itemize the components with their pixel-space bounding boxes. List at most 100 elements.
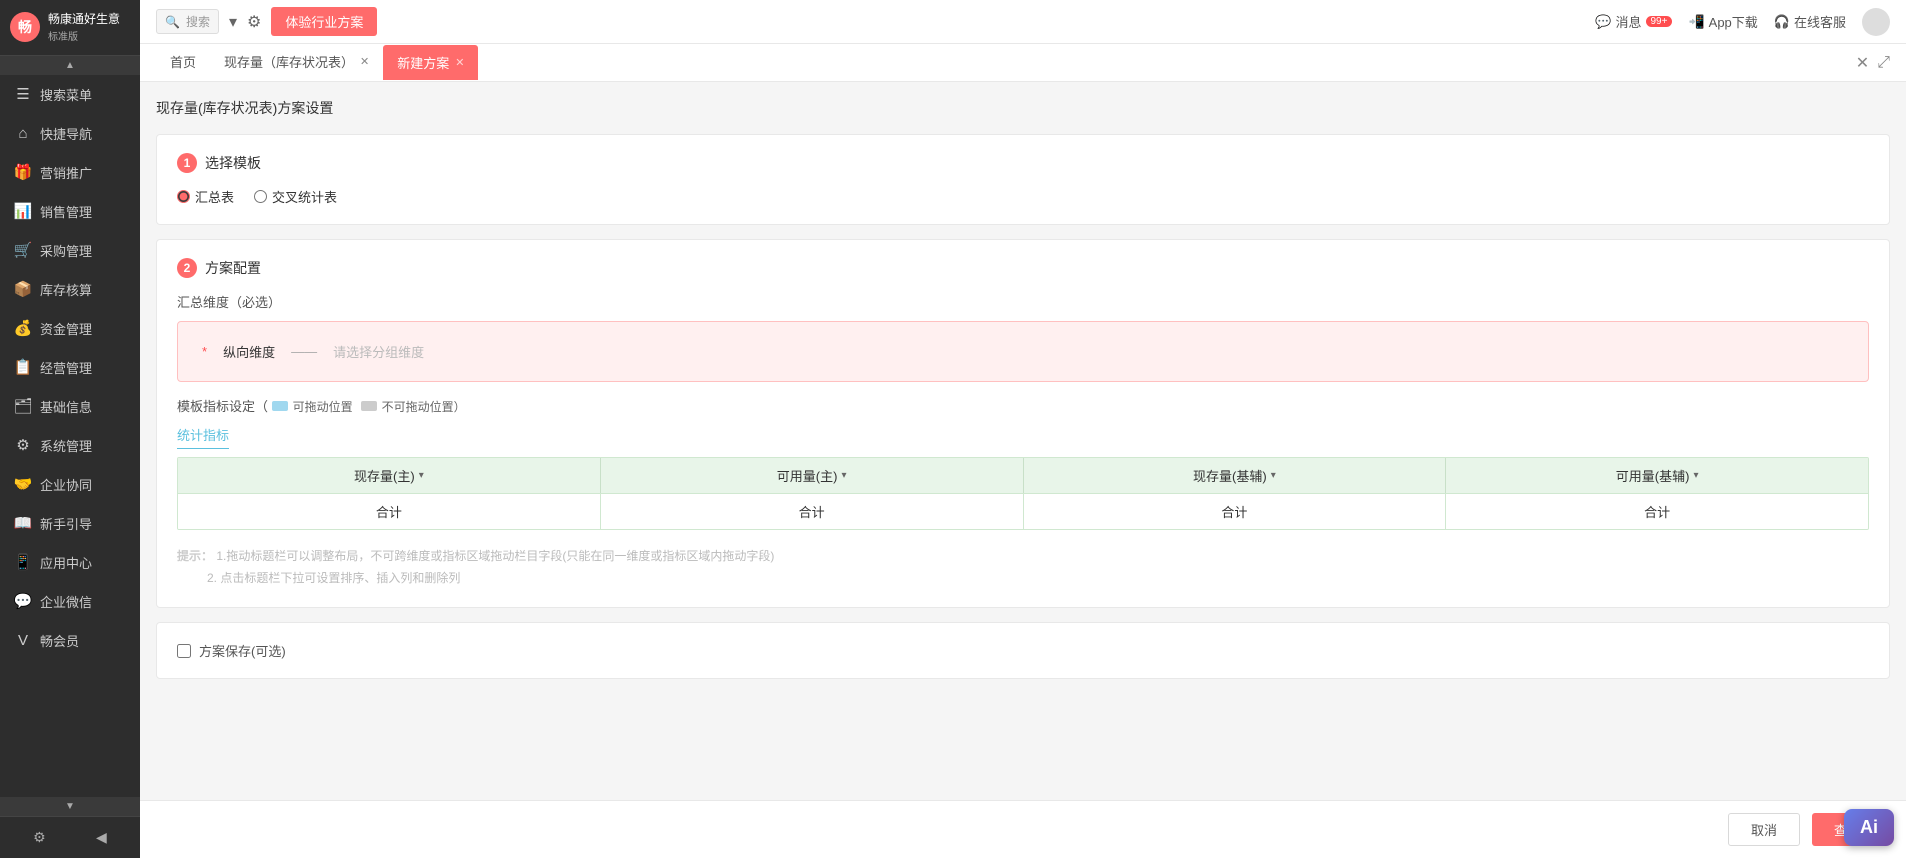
indicator-settings-label: 模板指标设定（ 可拖动位置 不可拖动位置） — [177, 396, 1869, 415]
page-title: 现存量(库存状况表)方案设置 — [156, 98, 1890, 118]
operations-icon: 📋 — [14, 358, 32, 376]
dimension-box[interactable]: * 纵向维度 —— 请选择分组维度 — [177, 321, 1869, 382]
money-icon: 💰 — [14, 319, 32, 337]
sidebar-fold-button[interactable]: ◀ — [88, 825, 115, 850]
top-bar-right: 💬 消息 99+ 📲 App下载 🎧 在线客服 — [1595, 8, 1890, 36]
draggable-legend-color — [272, 401, 288, 411]
box-icon: 📦 — [14, 280, 32, 298]
cancel-button[interactable]: 取消 — [1728, 813, 1800, 846]
app-download-action[interactable]: 📲 App下载 — [1688, 12, 1757, 31]
sidebar-item-label: 新手引导 — [40, 514, 92, 533]
summary-dim-label: 汇总维度（必选） — [177, 292, 1869, 311]
stats-cell-1: 合计 — [601, 494, 1024, 529]
close-window-button[interactable]: ✕ — [1856, 53, 1869, 73]
sidebar-item-finance[interactable]: 💰 资金管理 — [0, 309, 140, 348]
trial-button[interactable]: 体验行业方案 — [271, 7, 377, 36]
home-icon: ⌂ — [14, 124, 32, 142]
sidebar-item-label: 系统管理 — [40, 436, 92, 455]
non-draggable-legend-color — [361, 401, 377, 411]
chevron-down-icon-3: ▾ — [1693, 470, 1698, 481]
sidebar-item-sales[interactable]: 📊 销售管理 — [0, 192, 140, 231]
tab-new-plan-label: 新建方案 — [397, 53, 449, 72]
sidebar-item-member[interactable]: V 畅会员 — [0, 621, 140, 660]
download-icon: 📲 — [1688, 14, 1704, 30]
sidebar-item-wechat[interactable]: 💬 企业微信 — [0, 582, 140, 621]
tab-home[interactable]: 首页 — [156, 44, 210, 81]
sidebar-item-label: 快捷导航 — [40, 124, 92, 143]
search-bar[interactable]: 🔍 搜索 — [156, 9, 219, 34]
sidebar-item-purchase[interactable]: 🛒 采购管理 — [0, 231, 140, 270]
radio-summary-input[interactable] — [177, 190, 190, 203]
topbar-settings-icon[interactable]: ⚙ — [247, 12, 261, 32]
chevron-down-icon-1: ▾ — [841, 470, 846, 481]
sidebar-item-enterprise[interactable]: 🤝 企业协同 — [0, 465, 140, 504]
sidebar-item-label: 应用中心 — [40, 553, 92, 572]
dimension-name: 纵向维度 — [223, 342, 275, 361]
sidebar-item-newbie[interactable]: 📖 新手引导 — [0, 504, 140, 543]
sidebar-item-label: 经营管理 — [40, 358, 92, 377]
message-action[interactable]: 💬 消息 99+ — [1595, 12, 1672, 31]
radio-cross-input[interactable] — [254, 190, 267, 203]
sidebar-item-app-center[interactable]: 📱 应用中心 — [0, 543, 140, 582]
stats-col-header-2[interactable]: 现存量(基辅) ▾ — [1024, 458, 1447, 493]
stats-col-header-3[interactable]: 可用量(基辅) ▾ — [1446, 458, 1868, 493]
stats-section: 统计指标 现存量(主) ▾ 可用量(主) ▾ 现存量(基辅) — [177, 425, 1869, 530]
online-service-action[interactable]: 🎧 在线客服 — [1774, 12, 1846, 31]
save-option-checkbox[interactable] — [177, 644, 191, 658]
sidebar-item-label: 企业协同 — [40, 475, 92, 494]
main-area: 🔍 搜索 ▾ ⚙ 体验行业方案 💬 消息 99+ 📲 App下载 🎧 在线客服 — [140, 0, 1906, 858]
headset-icon: 🎧 — [1774, 14, 1790, 30]
tab-bar: 首页 现存量（库存状况表） ✕ 新建方案 ✕ ✕ ⤢ — [140, 44, 1906, 82]
stats-cell-2: 合计 — [1024, 494, 1447, 529]
sidebar-item-system[interactable]: ⚙ 系统管理 — [0, 426, 140, 465]
stats-col-header-0[interactable]: 现存量(主) ▾ — [178, 458, 601, 493]
sidebar-item-operations[interactable]: 📋 经营管理 — [0, 348, 140, 387]
sidebar-item-inventory[interactable]: 📦 库存核算 — [0, 270, 140, 309]
sidebar-footer: ⚙ ◀ — [0, 816, 140, 858]
tips-section: 提示： 1.拖动标题栏可以调整布局，不可跨维度或指标区域拖动栏目字段(只能在同一… — [177, 546, 1869, 589]
gift-icon: 🎁 — [14, 163, 32, 181]
top-bar: 🔍 搜索 ▾ ⚙ 体验行业方案 💬 消息 99+ 📲 App下载 🎧 在线客服 — [140, 0, 1906, 44]
step1-badge: 1 — [177, 153, 197, 173]
stats-cell-0: 合计 — [178, 494, 601, 529]
expand-window-button[interactable]: ⤢ — [1877, 53, 1890, 73]
stats-col-header-1[interactable]: 可用量(主) ▾ — [601, 458, 1024, 493]
user-avatar[interactable] — [1862, 8, 1890, 36]
required-mark: * — [202, 344, 207, 359]
stats-cell-3: 合计 — [1446, 494, 1868, 529]
section1-title: 选择模板 — [205, 153, 261, 173]
draggable-legend: 可拖动位置 — [272, 398, 353, 415]
dimension-dash: —— — [291, 344, 317, 359]
footer-bar: 取消 查询 — [140, 800, 1906, 858]
radio-cross[interactable]: 交叉统计表 — [254, 187, 337, 206]
message-icon: 💬 — [1595, 14, 1611, 30]
tab-inventory-status-close[interactable]: ✕ — [360, 55, 369, 68]
topbar-dropdown-icon[interactable]: ▾ — [229, 12, 237, 32]
logo-text: 畅康通好生意 标准版 — [48, 12, 120, 43]
content-area: 现存量(库存状况表)方案设置 1 选择模板 汇总表 交叉统计表 2 — [140, 82, 1906, 800]
radio-summary[interactable]: 汇总表 — [177, 187, 234, 206]
tip-2: 2. 点击标题栏下拉可设置排序、插入列和删除列 — [177, 571, 460, 585]
non-draggable-legend: 不可拖动位置） — [361, 398, 466, 415]
section-plan-config: 2 方案配置 汇总维度（必选） * 纵向维度 —— 请选择分组维度 模板指标设定… — [156, 239, 1890, 608]
ai-button[interactable]: Ai — [1844, 809, 1894, 846]
sidebar-settings-button[interactable]: ⚙ — [25, 825, 54, 850]
sidebar-item-base-info[interactable]: 🗂 基础信息 — [0, 387, 140, 426]
step2-badge: 2 — [177, 258, 197, 278]
template-radio-group: 汇总表 交叉统计表 — [177, 187, 1869, 206]
section1-header: 1 选择模板 — [177, 153, 1869, 173]
sidebar-item-quick-nav[interactable]: ⌂ 快捷导航 — [0, 114, 140, 153]
sidebar-item-marketing[interactable]: 🎁 营销推广 — [0, 153, 140, 192]
sidebar-item-search-menu[interactable]: ☰ 搜索菜单 — [0, 75, 140, 114]
window-buttons: ✕ ⤢ — [1856, 53, 1890, 73]
sidebar-item-label: 企业微信 — [40, 592, 92, 611]
sidebar-item-label: 采购管理 — [40, 241, 92, 260]
sidebar-scroll-up[interactable]: ▲ — [0, 56, 140, 75]
tab-new-plan[interactable]: 新建方案 ✕ — [383, 45, 478, 80]
tab-inventory-status[interactable]: 现存量（库存状况表） ✕ — [210, 44, 383, 81]
search-icon: 🔍 — [165, 15, 180, 29]
tab-new-plan-close[interactable]: ✕ — [455, 56, 464, 69]
sidebar-scroll-down[interactable]: ▼ — [0, 797, 140, 816]
sidebar-item-label: 搜索菜单 — [40, 85, 92, 104]
member-icon: V — [14, 631, 32, 649]
